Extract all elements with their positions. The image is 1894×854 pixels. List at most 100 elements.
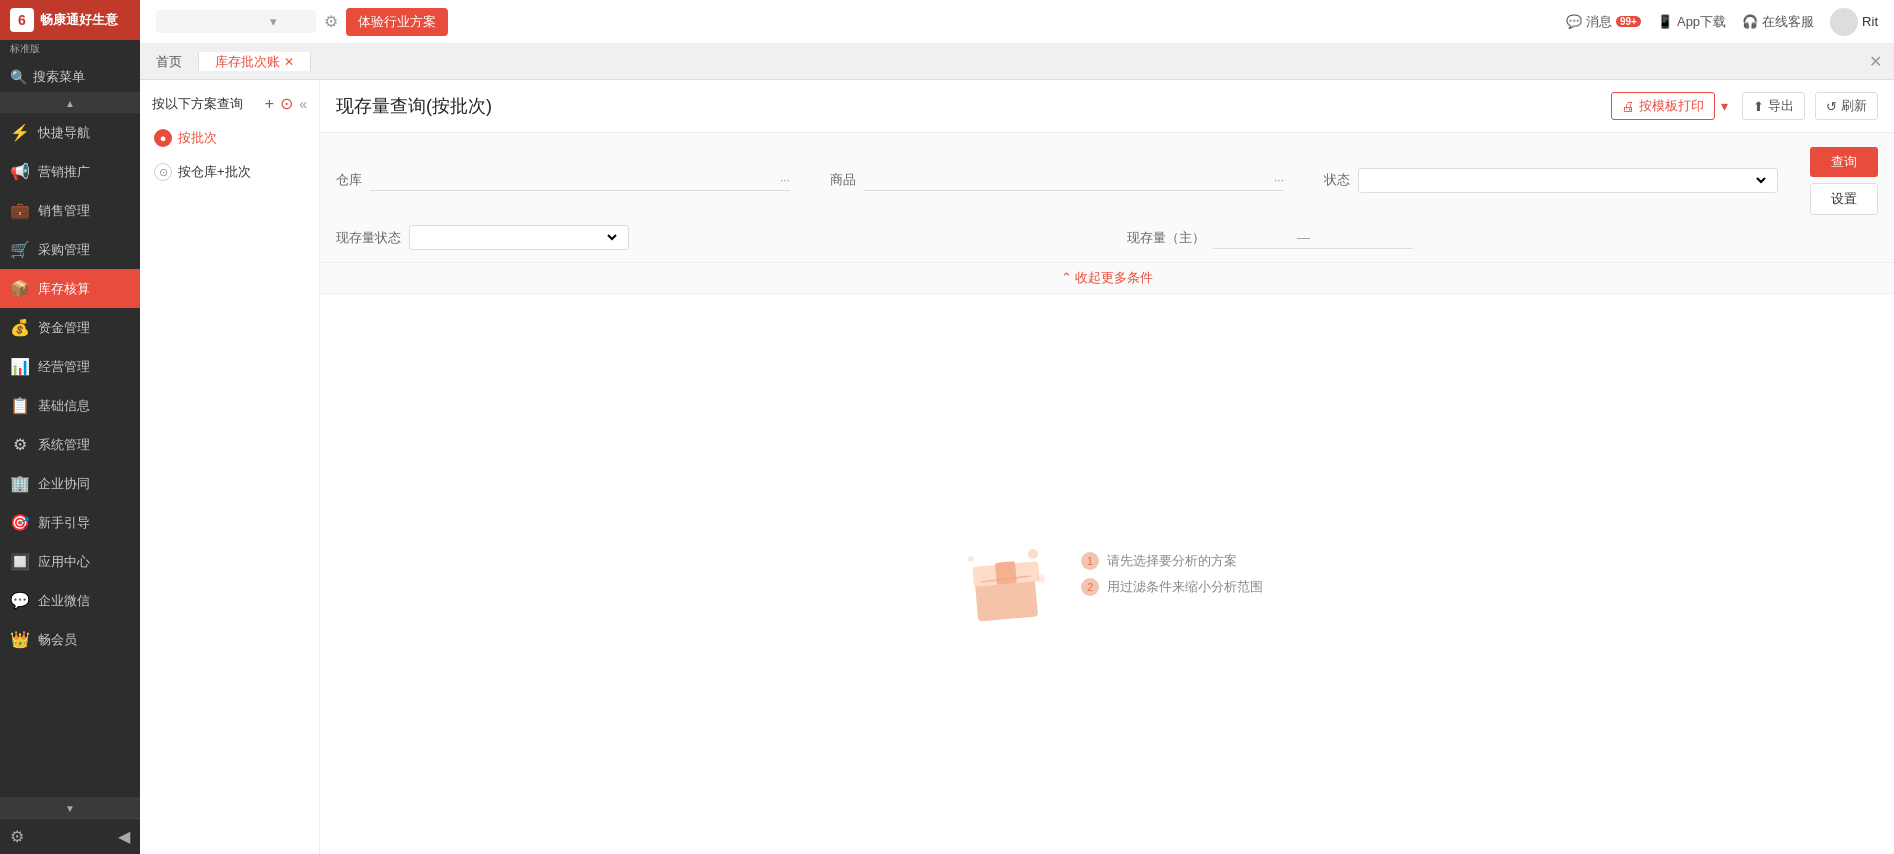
company-name: 畅康通好生意 (40, 11, 118, 29)
status-select[interactable]: 全部 正常 停用 (1367, 172, 1769, 189)
sidebar-item-operations[interactable]: 📊 经营管理 (0, 347, 140, 386)
topbar-search-input[interactable] (166, 14, 266, 29)
sidebar-item-label: 新手引导 (38, 514, 90, 532)
sidebar-item-member[interactable]: 👑 畅会员 (0, 620, 140, 659)
system-icon: ⚙ (10, 435, 30, 454)
empty-step-2: 2 用过滤条件来缩小分析范围 (1081, 578, 1263, 596)
tab-close-all[interactable]: ✕ (1857, 52, 1894, 71)
messages-item[interactable]: 💬 消息 99+ (1566, 13, 1641, 31)
base-icon: 📋 (10, 396, 30, 415)
sidebar-item-finance[interactable]: 💰 资金管理 (0, 308, 140, 347)
scroll-up-icon: ▲ (65, 98, 75, 109)
right-content: 现存量查询(按批次) 🖨 按模板打印 ▾ ⬆ 导出 ↺ (320, 80, 1894, 854)
operations-icon: 📊 (10, 357, 30, 376)
quantity-from-input[interactable] (1213, 230, 1293, 245)
product-input-wrap[interactable]: ··· (864, 169, 1284, 191)
user-item[interactable]: Rit (1830, 8, 1878, 36)
quantity-to-input[interactable] (1314, 230, 1394, 245)
topbar: ▾ ⚙ 体验行业方案 💬 消息 99+ 📱 App下载 🎧 在线客服 Rit (140, 0, 1894, 44)
apps-icon: 🔲 (10, 552, 30, 571)
sidebar-item-system[interactable]: ⚙ 系统管理 (0, 425, 140, 464)
sidebar-item-marketing[interactable]: 📢 营销推广 (0, 152, 140, 191)
warehouse-input[interactable] (370, 172, 776, 187)
print-label: 按模板打印 (1639, 97, 1704, 115)
messages-label: 消息 (1586, 13, 1612, 31)
sidebar-item-label: 库存核算 (38, 280, 90, 298)
filter-right-actions: 查询 设置 (1810, 147, 1878, 215)
sidebar-item-enterprise[interactable]: 🏢 企业协同 (0, 464, 140, 503)
enterprise-icon: 🏢 (10, 474, 30, 493)
main-area: ▾ ⚙ 体验行业方案 💬 消息 99+ 📱 App下载 🎧 在线客服 Rit (140, 0, 1894, 854)
refresh-label: 刷新 (1841, 97, 1867, 115)
warehouse-input-wrap[interactable]: ··· (370, 169, 790, 191)
scheme-settings-icon[interactable]: ⊙ (280, 94, 293, 113)
print-chevron[interactable]: ▾ (1717, 98, 1732, 114)
sidebar-scroll-down[interactable]: ▼ (0, 797, 140, 818)
collapse-panel-icon[interactable]: « (299, 96, 307, 112)
footer-settings-icon[interactable]: ⚙ (10, 827, 24, 846)
scheme-item-batch[interactable]: ● 按批次 (140, 121, 319, 155)
stock-status-select[interactable] (418, 229, 620, 246)
warehouse-label: 仓库 (336, 171, 362, 189)
marketing-icon: 📢 (10, 162, 30, 181)
edition-label: 标准版 (0, 40, 140, 62)
tab-home-label: 首页 (156, 53, 182, 71)
tab-inventory-batch[interactable]: 库存批次账 ✕ (199, 52, 311, 71)
sidebar-item-label: 销售管理 (38, 202, 90, 220)
topbar-search-chevron[interactable]: ▾ (270, 14, 277, 29)
step-1-num: 1 (1081, 552, 1099, 570)
warehouse-more-icon[interactable]: ··· (780, 173, 790, 187)
scroll-down-icon: ▼ (65, 803, 75, 814)
refresh-button[interactable]: ↺ 刷新 (1815, 92, 1878, 120)
trial-button[interactable]: 体验行业方案 (346, 8, 448, 36)
stock-status-select-wrap[interactable] (409, 225, 629, 250)
sidebar-item-label: 经营管理 (38, 358, 90, 376)
tab-close-icon[interactable]: ✕ (284, 55, 294, 69)
topbar-search-box: ▾ (156, 10, 316, 33)
sidebar-item-label: 系统管理 (38, 436, 90, 454)
sidebar-item-purchase[interactable]: 🛒 采购管理 (0, 230, 140, 269)
collapse-bar[interactable]: ⌃ 收起更多条件 (320, 263, 1894, 294)
sidebar-item-guide[interactable]: 🎯 新手引导 (0, 503, 140, 542)
online-service-item[interactable]: 🎧 在线客服 (1742, 13, 1814, 31)
collapse-label: ⌃ 收起更多条件 (1061, 270, 1154, 285)
member-icon: 👑 (10, 630, 30, 649)
quantity-label: 现存量（主） (1127, 229, 1205, 247)
finance-icon: 💰 (10, 318, 30, 337)
settings-button[interactable]: 设置 (1810, 183, 1878, 215)
add-scheme-icon[interactable]: + (265, 95, 274, 113)
scheme-item-warehouse-batch[interactable]: ⊙ 按仓库+批次 (140, 155, 319, 189)
print-dropdown: 🖨 按模板打印 ▾ (1611, 92, 1732, 120)
sidebar: 6 畅康通好生意 标准版 🔍 搜索菜单 ▲ ⚡ 快捷导航 📢 营销推广 💼 销售… (0, 0, 140, 854)
query-button[interactable]: 查询 (1810, 147, 1878, 177)
guide-icon: 🎯 (10, 513, 30, 532)
user-name: Rit (1862, 14, 1878, 29)
sidebar-item-wechat[interactable]: 💬 企业微信 (0, 581, 140, 620)
filter-group-product: 商品 ··· (830, 169, 1284, 191)
sidebar-search[interactable]: 🔍 搜索菜单 (0, 62, 140, 92)
status-select-wrap[interactable]: 全部 正常 停用 (1358, 168, 1778, 193)
tab-home[interactable]: 首页 (140, 52, 199, 71)
filter-row-2: 现存量状态 现存量（主） — (336, 225, 1878, 250)
sidebar-item-sales[interactable]: 💼 销售管理 (0, 191, 140, 230)
sidebar-header: 6 畅康通好生意 (0, 0, 140, 40)
print-button[interactable]: 🖨 按模板打印 (1611, 92, 1715, 120)
product-more-icon[interactable]: ··· (1274, 173, 1284, 187)
product-input[interactable] (864, 172, 1270, 187)
sidebar-item-label: 采购管理 (38, 241, 90, 259)
sidebar-item-apps[interactable]: 🔲 应用中心 (0, 542, 140, 581)
user-avatar (1830, 8, 1858, 36)
footer-collapse-icon[interactable]: ◀ (118, 827, 130, 846)
app-download-item[interactable]: 📱 App下载 (1657, 13, 1726, 31)
sidebar-scroll-up[interactable]: ▲ (0, 92, 140, 113)
step-2-num: 2 (1081, 578, 1099, 596)
stock-status-label: 现存量状态 (336, 229, 401, 247)
sidebar-item-label: 快捷导航 (38, 124, 90, 142)
topbar-gear-icon[interactable]: ⚙ (324, 12, 338, 31)
export-button[interactable]: ⬆ 导出 (1742, 92, 1805, 120)
sidebar-item-inventory[interactable]: 📦 库存核算 (0, 269, 140, 308)
sidebar-item-label: 企业协同 (38, 475, 90, 493)
quantity-dash: — (1297, 230, 1310, 245)
sidebar-item-shortcuts[interactable]: ⚡ 快捷导航 (0, 113, 140, 152)
sidebar-item-base[interactable]: 📋 基础信息 (0, 386, 140, 425)
